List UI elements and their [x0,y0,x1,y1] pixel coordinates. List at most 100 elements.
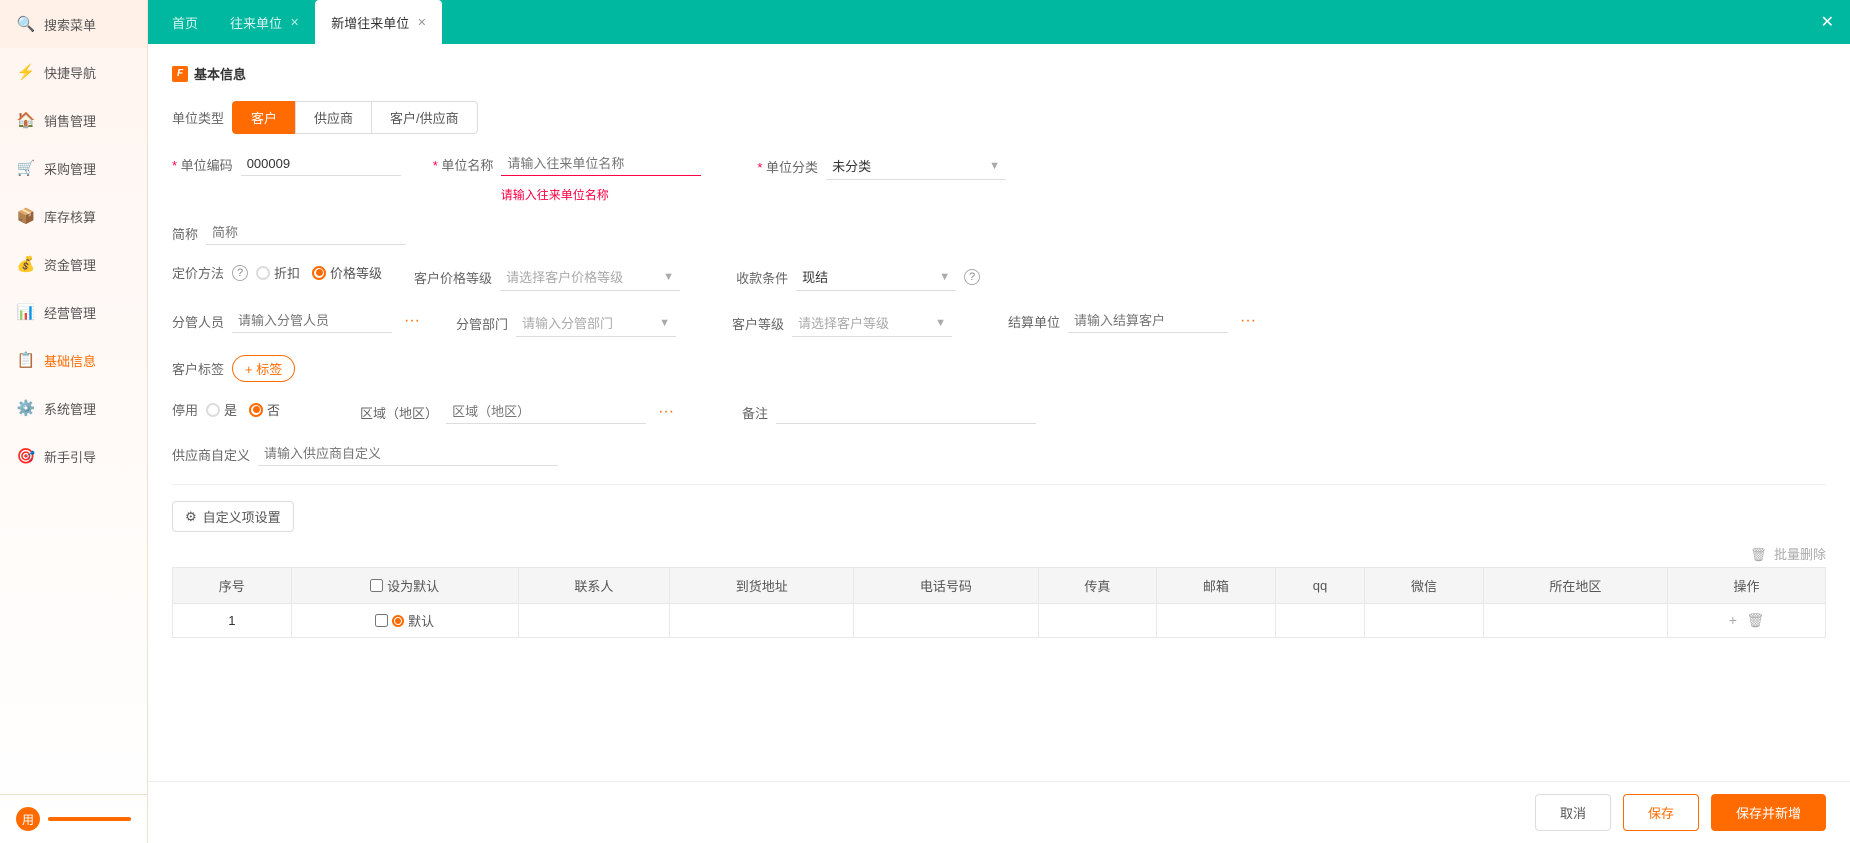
radio-price-level-dot [316,269,323,276]
add-tag-button[interactable]: + 标签 [232,355,295,382]
quicknav-icon: ⚡ [16,62,36,82]
radio-discount[interactable]: 折扣 [256,263,300,282]
sidebar-item-operations-label: 经营管理 [44,303,96,322]
type-btn-supplier[interactable]: 供应商 [295,101,371,134]
department-select[interactable]: 请输入分管部门 ▼ [516,309,676,337]
sidebar-item-basic-label: 基础信息 [44,351,96,370]
cancel-button[interactable]: 取消 [1535,794,1611,831]
manager-input[interactable] [232,309,392,333]
sidebar: 🔍 搜索菜单 ⚡ 快捷导航 🏠 销售管理 🛒 采购管理 📦 库存核算 💰 资金管… [0,0,148,843]
remark-label: 备注 [742,403,768,422]
unit-category-chevron: ▼ [989,160,1000,172]
tab-bar: 首页 往来单位 ✕ 新增往来单位 ✕ ✕ [148,0,1850,44]
tab-bar-close-button[interactable]: ✕ [1813,12,1842,32]
field-remark: 备注 [742,400,1036,424]
custom-settings-label: 自定义项设置 [203,507,281,526]
supplier-custom-input[interactable] [258,442,558,466]
cell-action: + 🗑 [1668,604,1826,638]
tab-new-partner[interactable]: 新增往来单位 ✕ [315,0,442,44]
region-input[interactable] [446,400,646,424]
radio-price-level-circle [312,266,326,280]
tab-new-partner-label: 新增往来单位 [331,13,409,32]
unit-name-input[interactable] [501,152,701,176]
settlement-unit-input[interactable] [1068,309,1228,333]
unit-code-label: 单位编码 [172,155,233,174]
tab-home[interactable]: 首页 [156,0,214,44]
unit-code-input[interactable] [241,152,401,176]
remark-input[interactable] [776,400,1036,424]
tab-partners-close[interactable]: ✕ [290,16,299,29]
supplier-custom-label: 供应商自定义 [172,445,250,464]
sidebar-item-sales-label: 销售管理 [44,111,96,130]
sidebar-item-inventory[interactable]: 📦 库存核算 [0,192,147,240]
unit-name-error: 请输入往来单位名称 [501,188,609,202]
tab-new-partner-close[interactable]: ✕ [417,16,426,29]
table-select-all[interactable] [370,579,383,592]
sidebar-item-guide[interactable]: 🎯 新手引导 [0,432,147,480]
search-icon: 🔍 [16,14,36,34]
field-disabled: 停用 是 否 [172,400,280,419]
radio-disabled-yes[interactable]: 是 [206,400,237,419]
row-default-radio[interactable]: 默认 [392,611,434,630]
cell-phone [854,604,1038,638]
row-add-btn[interactable]: + [1726,612,1740,628]
form-row-manager: 分管人员 ··· 分管部门 请输入分管部门 ▼ 客户等级 请选择客户等级 ▼ 结… [172,309,1826,337]
guide-icon: 🎯 [16,446,36,466]
unit-name-label: 单位名称 [433,155,494,174]
main-area: 首页 往来单位 ✕ 新增往来单位 ✕ ✕ F 基本信息 单位类型 客户 供应商 … [148,0,1850,843]
sidebar-item-purchase-label: 采购管理 [44,159,96,178]
col-contact: 联系人 [518,568,669,604]
row-delete-btn[interactable]: 🗑 [1744,612,1768,628]
form-row-pricing: 定价方法 ? 折扣 价格等级 客户价格等级 [172,263,1826,291]
add-tag-label: + 标签 [245,359,282,378]
cell-region [1483,604,1667,638]
cell-wechat [1365,604,1484,638]
sidebar-item-guide-label: 新手引导 [44,447,96,466]
region-label: 区域（地区） [360,403,438,422]
sidebar-item-basic[interactable]: 📋 基础信息 [0,336,147,384]
customer-price-select[interactable]: 请选择客户价格等级 ▼ [500,263,680,291]
sidebar-item-system[interactable]: ⚙️ 系统管理 [0,384,147,432]
system-icon: ⚙️ [16,398,36,418]
pricing-radio-group: 折扣 价格等级 [256,263,382,282]
field-department: 分管部门 请输入分管部门 ▼ [456,309,676,337]
field-unit-code: 单位编码 [172,152,401,176]
tab-partners[interactable]: 往来单位 ✕ [214,0,315,44]
payment-terms-select[interactable]: 现结 ▼ [796,263,956,291]
col-fax: 传真 [1038,568,1157,604]
sidebar-item-quicknav[interactable]: ⚡ 快捷导航 [0,48,147,96]
department-chevron: ▼ [659,317,670,329]
department-placeholder: 请输入分管部门 [522,313,613,332]
radio-disabled-no-circle [249,403,263,417]
unit-category-value: 未分类 [832,156,871,175]
save-new-button[interactable]: 保存并新增 [1711,794,1826,831]
batch-delete-label[interactable]: 批量删除 [1774,547,1826,562]
settlement-unit-more-btn[interactable]: ··· [1236,312,1260,330]
sidebar-item-search[interactable]: 🔍 搜索菜单 [0,0,147,48]
manager-more-btn[interactable]: ··· [400,312,424,330]
sidebar-item-finance-label: 资金管理 [44,255,96,274]
save-button[interactable]: 保存 [1623,794,1699,831]
sidebar-item-operations[interactable]: 📊 经营管理 [0,288,147,336]
row-checkbox[interactable] [375,614,388,627]
gear-icon: ⚙ [185,509,197,525]
type-btn-customer[interactable]: 客户 [232,101,295,134]
customer-level-select[interactable]: 请选择客户等级 ▼ [792,309,952,337]
operations-icon: 📊 [16,302,36,322]
payment-terms-help-icon[interactable]: ? [964,269,980,285]
region-more-btn[interactable]: ··· [654,403,678,421]
radio-price-level[interactable]: 价格等级 [312,263,382,282]
manager-label: 分管人员 [172,312,224,331]
sidebar-item-finance[interactable]: 💰 资金管理 [0,240,147,288]
short-name-input[interactable] [206,221,406,245]
sidebar-item-sales[interactable]: 🏠 销售管理 [0,96,147,144]
field-short-name: 简称 [172,221,406,245]
type-btn-both[interactable]: 客户/供应商 [371,101,478,134]
custom-settings-button[interactable]: ⚙ 自定义项设置 [172,501,294,532]
radio-disabled-yes-circle [206,403,220,417]
unit-category-select[interactable]: 未分类 ▼ [826,152,1006,180]
default-radio-dot [395,618,401,624]
sidebar-item-purchase[interactable]: 🛒 采购管理 [0,144,147,192]
pricing-help-icon[interactable]: ? [232,265,248,281]
radio-disabled-no[interactable]: 否 [249,400,280,419]
